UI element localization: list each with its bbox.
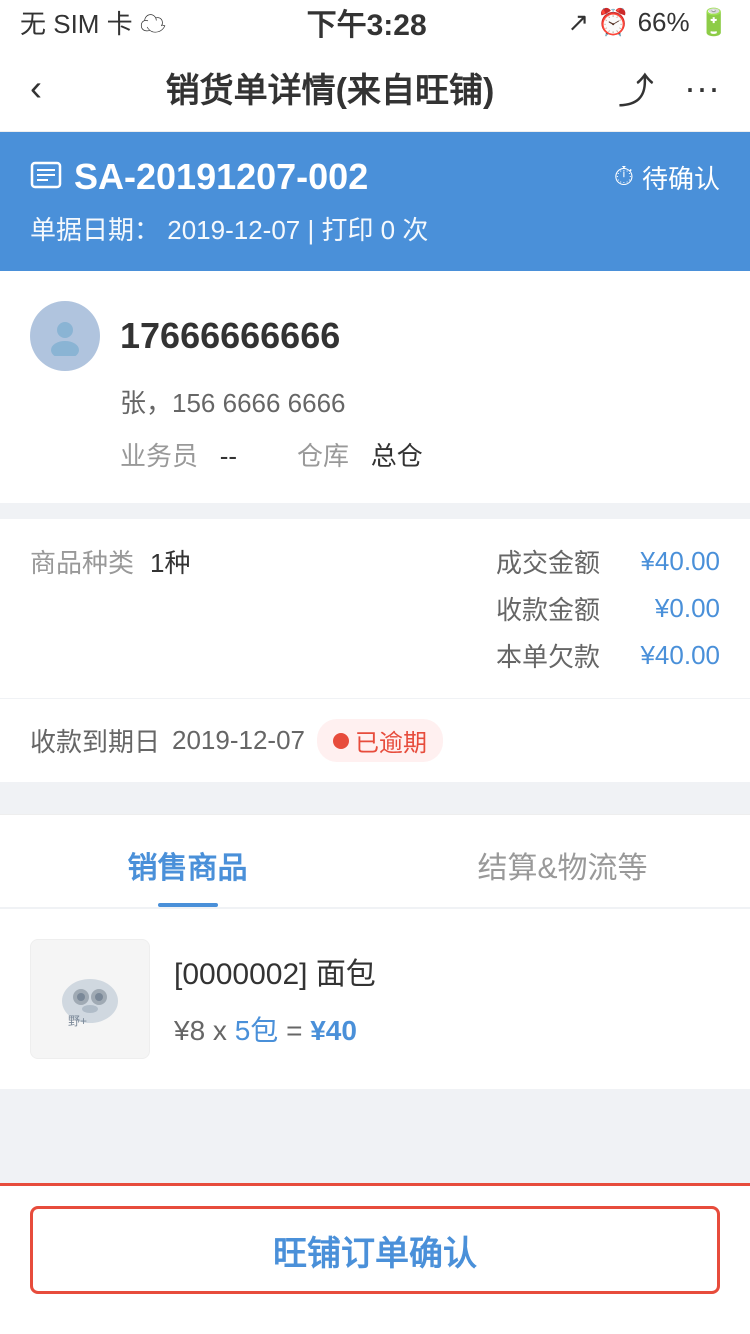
equals-sign: = <box>286 1015 310 1046</box>
received-value: ¥0.00 <box>620 593 720 624</box>
price-label: ¥8 x <box>174 1015 235 1046</box>
amount-label: 成交金额 <box>496 543 600 580</box>
product-code: [0000002] <box>174 958 307 991</box>
product-type-label: 商品种类 <box>30 543 134 580</box>
more-button[interactable]: ··· <box>684 67 720 109</box>
order-icon <box>30 156 62 198</box>
order-status: ⏱ 待确认 <box>614 159 720 196</box>
product-name-text: 面包 <box>316 958 376 991</box>
received-label: 收款金额 <box>496 590 600 627</box>
location-icon: ↗ <box>567 7 589 38</box>
sales-value: -- <box>220 441 237 471</box>
due-date-section: 收款到期日 2019-12-07 已逾期 <box>0 698 750 782</box>
warehouse-label: 仓库 <box>297 441 349 471</box>
summary-section: 商品种类 1种 成交金额 ¥40.00 收款金额 ¥0.00 本单欠款 ¥40.… <box>0 519 750 698</box>
customer-meta: 业务员 -- 仓库 总仓 <box>120 436 720 473</box>
product-details: [0000002] 面包 ¥8 x 5包 = ¥40 <box>174 949 720 1049</box>
divider-1 <box>0 503 750 519</box>
product-thumbnail: 野+ <box>30 939 150 1059</box>
product-total: ¥40 <box>310 1015 357 1046</box>
overdue-icon <box>333 733 349 749</box>
tab-settlement-label: 结算&物流等 <box>477 852 647 885</box>
order-number: SA-20191207-002 <box>30 156 368 198</box>
status-clock-icon: ⏱ <box>614 161 634 193</box>
product-type-field: 商品种类 1种 <box>30 543 190 580</box>
tab-sales-products[interactable]: 销售商品 <box>0 815 375 907</box>
battery-icon: 🔋 <box>698 7 730 38</box>
product-type-value: 1种 <box>150 543 190 580</box>
battery-label: 66% <box>638 7 690 38</box>
warehouse-field: 仓库 总仓 <box>297 436 423 473</box>
tab-sales-label: 销售商品 <box>128 852 248 885</box>
product-list: 野+ [0000002] 面包 ¥8 x 5包 = ¥40 <box>0 909 750 1089</box>
divider-2 <box>0 782 750 798</box>
overdue-text: 已逾期 <box>355 723 427 758</box>
product-item: 野+ [0000002] 面包 ¥8 x 5包 = ¥40 <box>0 909 750 1089</box>
sim-label: 无 SIM 卡 ☁ <box>20 4 166 41</box>
confirm-order-button[interactable]: 旺铺订单确认 <box>30 1206 720 1294</box>
status-time: 下午3:28 <box>307 0 427 44</box>
order-status-text: 待确认 <box>642 159 720 196</box>
share-button[interactable]: ⤴ <box>618 62 654 114</box>
order-number-text: SA-20191207-002 <box>74 156 368 198</box>
due-date-value: 2019-12-07 <box>172 725 305 756</box>
due-date-label: 收款到期日 <box>30 722 160 759</box>
svg-text:野+: 野+ <box>68 1014 87 1028</box>
print-info: | 打印 0 次 <box>307 215 428 245</box>
nav-bar: ‹ 销货单详情(来自旺铺) ⤴ ··· <box>0 44 750 132</box>
customer-section: 17666666666 张，156 6666 6666 业务员 -- 仓库 总仓 <box>0 271 750 503</box>
nav-right-actions: ⤴ ··· <box>618 62 720 114</box>
date-label: 单据日期： <box>30 215 160 245</box>
owed-label: 本单欠款 <box>496 637 600 674</box>
status-right: ↗ ⏰ 66% 🔋 <box>567 7 730 38</box>
status-bar: 无 SIM 卡 ☁ 下午3:28 ↗ ⏰ 66% 🔋 <box>0 0 750 44</box>
order-date-value: 2019-12-07 <box>167 215 300 245</box>
customer-name: 张，156 6666 6666 <box>120 383 720 420</box>
order-date-line: 单据日期： 2019-12-07 | 打印 0 次 <box>30 210 720 247</box>
tab-bar: 销售商品 结算&物流等 <box>0 814 750 907</box>
product-price: ¥8 x 5包 = ¥40 <box>174 1009 720 1049</box>
alarm-icon: ⏰ <box>597 7 629 38</box>
warehouse-value: 总仓 <box>371 441 423 471</box>
owed-value: ¥40.00 <box>620 640 720 671</box>
back-button[interactable]: ‹ <box>30 67 42 109</box>
product-qty: 5包 <box>235 1015 279 1046</box>
confirm-button-container: 旺铺订单确认 <box>0 1183 750 1334</box>
overdue-badge: 已逾期 <box>317 719 443 762</box>
product-name: [0000002] 面包 <box>174 949 720 993</box>
amounts-block: 成交金额 ¥40.00 收款金额 ¥0.00 本单欠款 ¥40.00 <box>496 543 720 674</box>
tab-settlement[interactable]: 结算&物流等 <box>375 815 750 907</box>
page-title: 销货单详情(来自旺铺) <box>166 63 495 112</box>
status-left: 无 SIM 卡 ☁ <box>20 4 166 41</box>
customer-avatar <box>30 301 100 371</box>
sales-field: 业务员 -- <box>120 436 237 473</box>
order-header-card: SA-20191207-002 ⏱ 待确认 单据日期： 2019-12-07 |… <box>0 132 750 271</box>
customer-phone: 17666666666 <box>120 315 340 357</box>
sales-label: 业务员 <box>120 441 198 471</box>
amount-value: ¥40.00 <box>620 546 720 577</box>
